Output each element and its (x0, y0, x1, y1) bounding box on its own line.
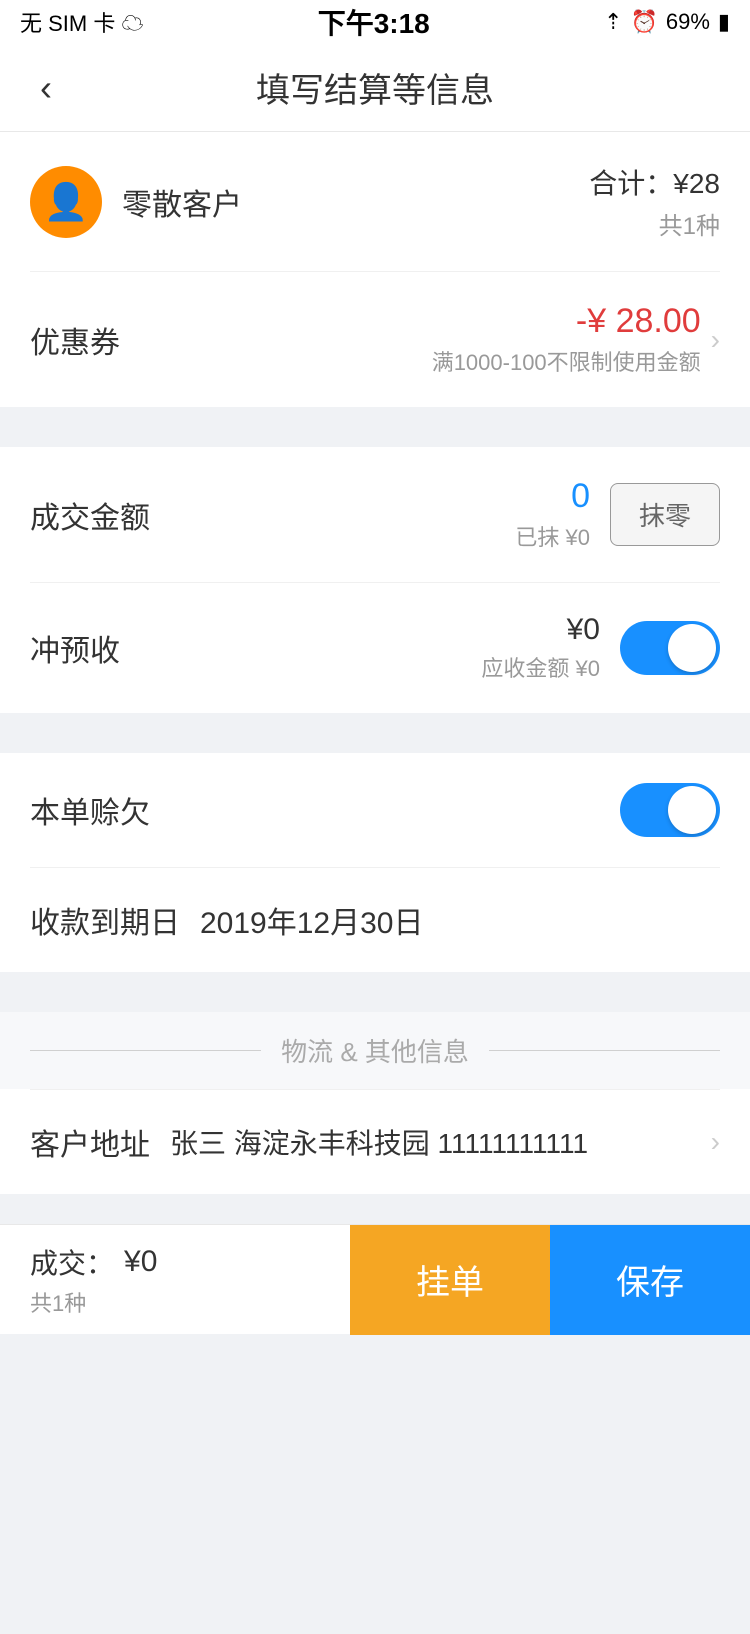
amount-sub: 已抹 ¥0 (515, 520, 590, 552)
transaction-section: 成交金额 0 已抹 ¥0 抹零 冲预收 ¥0 应收金额 ¥0 (0, 447, 750, 713)
avatar-icon: 👤 (44, 181, 89, 223)
logistics-line-left (30, 1050, 261, 1051)
amount-row: 成交金额 0 已抹 ¥0 抹零 (0, 447, 750, 582)
logistics-text: 物流 & 其他信息 (281, 1032, 469, 1069)
customer-section: 👤 零散客户 合计：¥28 共1种 优惠券 -¥ 28.00 满1000-100… (0, 132, 750, 407)
location-icon: ⇡ (604, 9, 622, 35)
coupon-right: -¥ 28.00 满1000-100不限制使用金额 › (432, 302, 720, 377)
amount-value: 0 (515, 477, 590, 516)
bottom-deal-amount: ¥0 (124, 1245, 157, 1279)
status-time: 下午3:18 (318, 2, 430, 42)
address-chevron-icon: › (711, 1126, 720, 1158)
debt-label: 本单赊欠 (30, 788, 150, 832)
coupon-content: -¥ 28.00 满1000-100不限制使用金额 (432, 302, 701, 377)
status-bar: 无 SIM 卡 ☁ 下午3:18 ⇡ ⏰ 69% ▮ (0, 0, 750, 44)
prereceipt-toggle[interactable] (620, 621, 720, 675)
debt-section: 本单赊欠 收款到期日 2019年12月30日 (0, 753, 750, 972)
prereceipt-values: ¥0 应收金额 ¥0 (481, 613, 600, 683)
back-button[interactable]: ‹ (30, 57, 62, 119)
debt-toggle[interactable] (620, 783, 720, 837)
prereceipt-right: ¥0 应收金额 ¥0 (481, 613, 720, 683)
customer-row: 👤 零散客户 合计：¥28 共1种 (0, 132, 750, 271)
bottom-count: 共1种 (30, 1286, 320, 1318)
prereceipt-main: ¥0 (481, 613, 600, 647)
customer-count: 共1种 (589, 206, 720, 241)
duedate-label: 收款到期日 (30, 898, 180, 942)
status-left: 无 SIM 卡 ☁ (20, 6, 143, 38)
coupon-amount: -¥ 28.00 (432, 302, 701, 341)
address-row[interactable]: 客户地址 张三 海淀永丰科技园 11111111111 › (0, 1090, 750, 1194)
bottom-deal: 成交： ¥0 (30, 1242, 320, 1282)
pending-button[interactable]: 挂单 (350, 1225, 550, 1335)
customer-right: 合计：¥28 共1种 (589, 162, 720, 241)
customer-avatar: 👤 (30, 166, 102, 238)
customer-total: 合计：¥28 (589, 162, 720, 202)
page-title: 填写结算等信息 (256, 63, 494, 112)
amount-right: 0 已抹 ¥0 抹零 (515, 477, 720, 552)
coupon-label: 优惠券 (30, 318, 120, 362)
content-area: 👤 零散客户 合计：¥28 共1种 优惠券 -¥ 28.00 满1000-100… (0, 132, 750, 1634)
round-button[interactable]: 抹零 (610, 483, 720, 546)
bottom-deal-label: 成交： (30, 1242, 114, 1282)
coupon-desc: 满1000-100不限制使用金额 (432, 345, 701, 377)
battery-label: 69% (666, 9, 710, 35)
chevron-right-icon: › (711, 324, 720, 356)
bottom-info: 成交： ¥0 共1种 (0, 1242, 350, 1318)
section-gap-1 (0, 427, 750, 447)
logistics-separator: 物流 & 其他信息 (0, 1012, 750, 1089)
save-button[interactable]: 保存 (550, 1225, 750, 1335)
toggle-knob (668, 624, 716, 672)
nav-bar: ‹ 填写结算等信息 (0, 44, 750, 132)
prereceipt-row: 冲预收 ¥0 应收金额 ¥0 (0, 583, 750, 713)
coupon-row[interactable]: 优惠券 -¥ 28.00 满1000-100不限制使用金额 › (0, 272, 750, 407)
duedate-value: 2019年12月30日 (200, 898, 423, 942)
debt-row: 本单赊欠 (0, 753, 750, 867)
amount-label: 成交金额 (30, 493, 150, 537)
sim-label: 无 SIM 卡 ☁ (20, 6, 143, 38)
bottom-bar: 成交： ¥0 共1种 挂单 保存 (0, 1224, 750, 1334)
status-right: ⇡ ⏰ 69% ▮ (604, 9, 730, 35)
address-label: 客户地址 (30, 1120, 170, 1164)
address-value: 张三 海淀永丰科技园 11111111111 (170, 1122, 711, 1162)
customer-name: 零散客户 (122, 180, 242, 224)
logistics-line-right (489, 1050, 720, 1051)
prereceipt-label: 冲预收 (30, 626, 120, 670)
alarm-icon: ⏰ (630, 9, 657, 35)
customer-left: 👤 零散客户 (30, 166, 242, 238)
prereceipt-sub: 应收金额 ¥0 (481, 651, 600, 683)
section-gap-3 (0, 992, 750, 1012)
logistics-section: 物流 & 其他信息 客户地址 张三 海淀永丰科技园 11111111111 › (0, 1012, 750, 1194)
debt-toggle-knob (668, 786, 716, 834)
duedate-row: 收款到期日 2019年12月30日 (0, 868, 750, 972)
battery-icon: ▮ (718, 9, 730, 35)
amount-value-block: 0 已抹 ¥0 (515, 477, 590, 552)
section-gap-2 (0, 733, 750, 753)
